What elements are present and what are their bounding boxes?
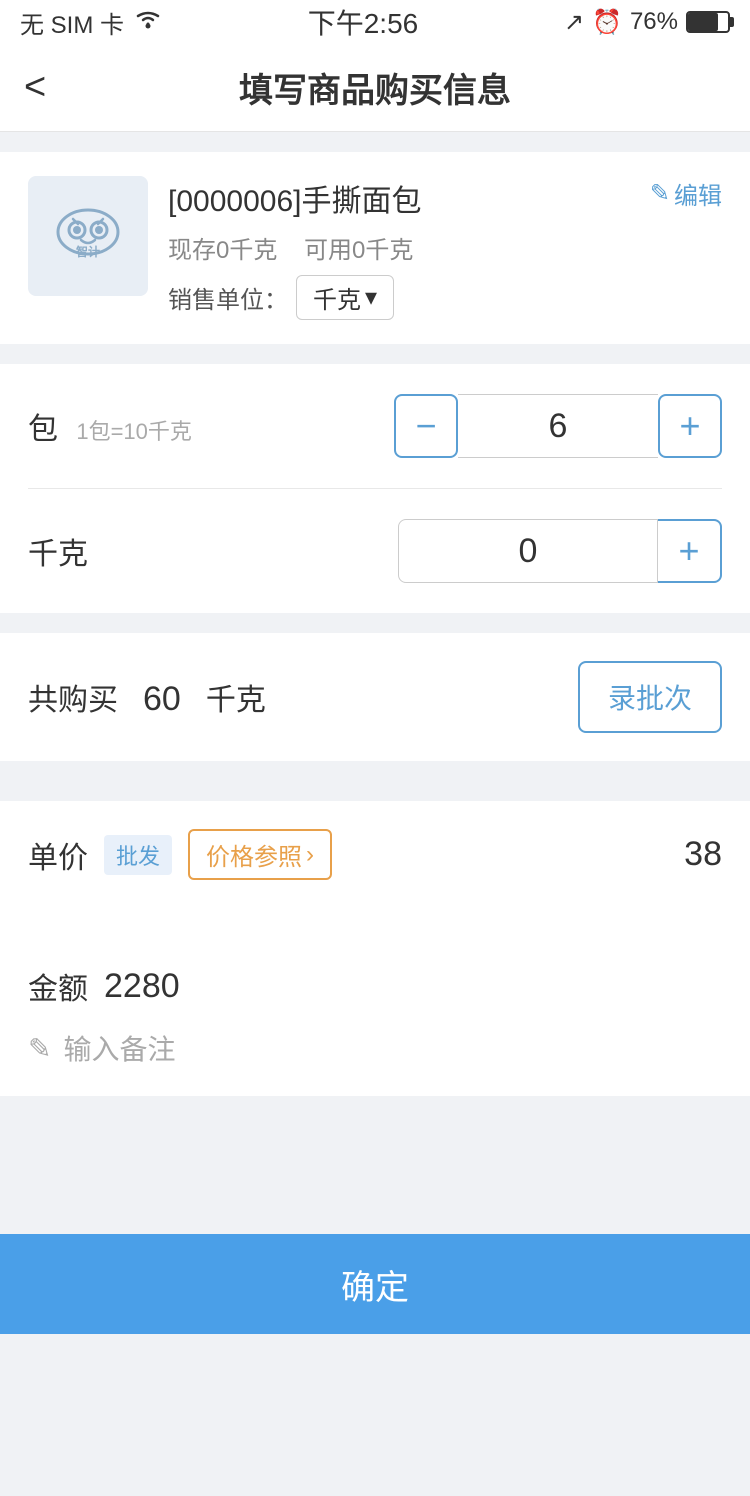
svg-text:智计: 智计 bbox=[75, 244, 100, 259]
package-input-row: 包 1包=10千克 − + bbox=[28, 364, 722, 489]
amount-label: 金额 bbox=[28, 964, 88, 1008]
note-row[interactable]: ✎ 输入备注 bbox=[28, 1028, 722, 1068]
status-bar: 无 SIM 卡 下午2:56 ↗ ⏰ 76% bbox=[0, 0, 750, 44]
product-name: [0000006]手撕面包 bbox=[168, 176, 722, 220]
package-qty-input[interactable] bbox=[458, 394, 658, 458]
location-icon: ↗ bbox=[564, 8, 584, 37]
package-qty-control: − + bbox=[394, 394, 722, 458]
edit-button[interactable]: ✎ 编辑 bbox=[650, 176, 722, 211]
amount-row: 金额 2280 bbox=[28, 964, 722, 1008]
kg-qty-control: + bbox=[398, 519, 722, 583]
wifi-icon bbox=[134, 8, 162, 37]
price-value: 38 bbox=[684, 835, 722, 874]
summary-section: 共购买 60 千克 录批次 bbox=[0, 633, 750, 761]
price-type-tag: 批发 bbox=[104, 835, 172, 875]
alarm-icon: ⏰ bbox=[592, 8, 622, 37]
sim-status: 无 SIM 卡 bbox=[20, 5, 124, 40]
section-divider-3 bbox=[0, 761, 750, 781]
package-plus-button[interactable]: + bbox=[658, 394, 722, 458]
battery-percent: 76% bbox=[630, 8, 678, 36]
product-stock: 现存0千克 可用0千克 bbox=[168, 230, 722, 265]
unit-select[interactable]: 千克 ▾ bbox=[296, 275, 394, 320]
kg-qty-input[interactable] bbox=[398, 519, 658, 583]
note-placeholder: 输入备注 bbox=[63, 1028, 175, 1068]
price-section: 单价 批发 价格参照 › 38 bbox=[0, 801, 750, 936]
price-reference-button[interactable]: 价格参照 › bbox=[188, 829, 332, 880]
section-divider-1 bbox=[0, 344, 750, 364]
kg-label: 千克 bbox=[28, 529, 398, 573]
confirm-label: 确定 bbox=[341, 1260, 409, 1309]
note-icon: ✎ bbox=[28, 1032, 51, 1065]
package-minus-button[interactable]: − bbox=[394, 394, 458, 458]
page-title: 填写商品购买信息 bbox=[239, 63, 511, 112]
status-time: 下午2:56 bbox=[308, 2, 419, 42]
price-row: 单价 批发 价格参照 › 38 bbox=[28, 829, 722, 880]
product-unit: 销售单位： 千克 ▾ bbox=[168, 275, 722, 320]
price-label: 单价 bbox=[28, 833, 88, 877]
product-card: 智计 [0000006]手撕面包 现存0千克 可用0千克 销售单位： 千克 ▾ … bbox=[0, 152, 750, 344]
nav-bar: < 填写商品购买信息 bbox=[0, 44, 750, 132]
product-thumbnail: 智计 bbox=[28, 176, 148, 296]
battery-icon bbox=[686, 11, 730, 33]
input-section: 包 1包=10千克 − + 千克 + bbox=[0, 364, 750, 613]
summary-amount: 60 bbox=[143, 680, 181, 718]
back-button[interactable]: < bbox=[24, 66, 46, 109]
status-right: ↗ ⏰ 76% bbox=[564, 8, 730, 37]
kg-input-row: 千克 + bbox=[28, 489, 722, 613]
amount-value: 2280 bbox=[104, 967, 180, 1006]
status-left: 无 SIM 卡 bbox=[20, 5, 162, 40]
product-logo: 智计 bbox=[53, 204, 123, 268]
confirm-button[interactable]: 确定 bbox=[0, 1234, 750, 1334]
amount-section: 金额 2280 ✎ 输入备注 bbox=[0, 936, 750, 1096]
record-batch-button[interactable]: 录批次 bbox=[578, 661, 722, 733]
summary-text: 共购买 60 千克 bbox=[28, 675, 266, 719]
package-hint: 1包=10千克 bbox=[76, 419, 192, 444]
kg-plus-button[interactable]: + bbox=[658, 519, 722, 583]
product-info: [0000006]手撕面包 现存0千克 可用0千克 销售单位： 千克 ▾ bbox=[168, 176, 722, 320]
section-divider-2 bbox=[0, 613, 750, 633]
package-label: 包 1包=10千克 bbox=[28, 404, 394, 448]
